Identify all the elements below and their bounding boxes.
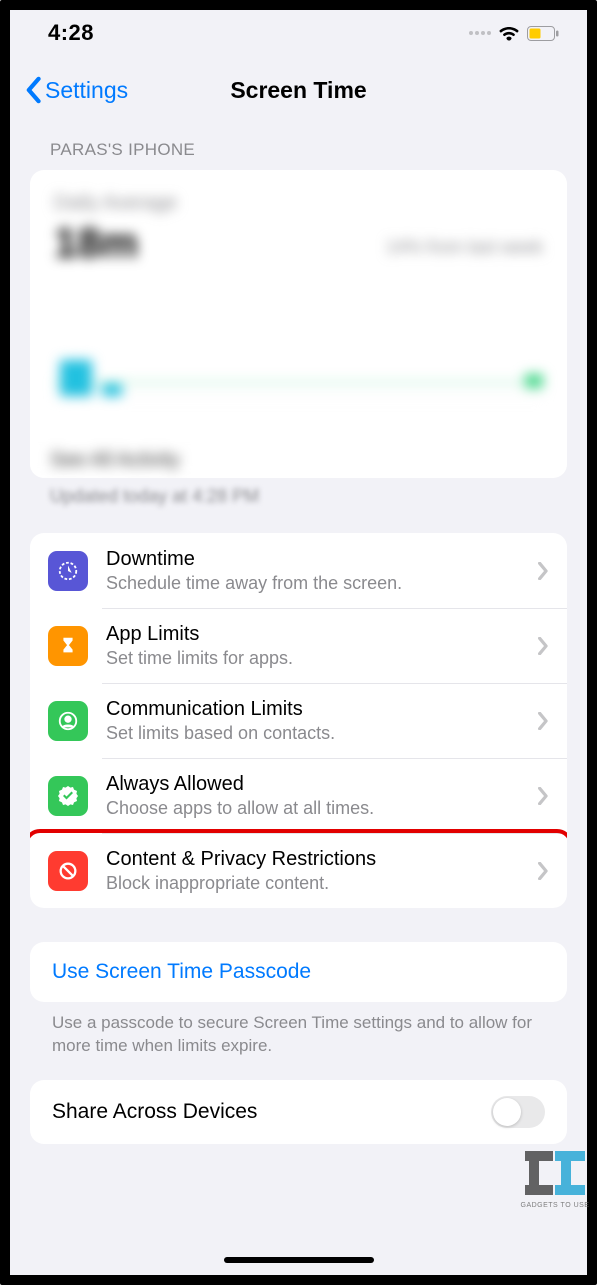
summary-heading: Daily Average [54,192,543,215]
row-title: Downtime [106,547,520,571]
battery-icon [527,26,559,41]
contact-icon [48,701,88,741]
share-toggle[interactable] [491,1096,545,1128]
page-title: Screen Time [230,77,366,104]
downtime-icon [48,551,88,591]
updated-label: Updated today at 4:28 PM [30,478,567,533]
row-app-limits[interactable]: App Limits Set time limits for apps. [30,608,567,683]
home-indicator[interactable] [224,1257,374,1263]
limits-list: Downtime Schedule time away from the scr… [30,533,567,908]
share-card: Share Across Devices [30,1080,567,1144]
passcode-note: Use a passcode to secure Screen Time set… [30,1002,567,1080]
row-title: Communication Limits [106,697,520,721]
chevron-right-icon [538,787,549,805]
row-content-privacy[interactable]: Content & Privacy Restrictions Block ina… [30,833,567,908]
block-icon [48,851,88,891]
row-subtitle: Block inappropriate content. [106,873,520,894]
check-badge-icon [48,776,88,816]
row-subtitle: Set time limits for apps. [106,648,520,669]
row-subtitle: Schedule time away from the screen. [106,573,520,594]
nav-bar: Settings Screen Time [10,56,587,114]
row-subtitle: Choose apps to allow at all times. [106,798,520,819]
use-passcode-link[interactable]: Use Screen Time Passcode [30,942,567,1002]
row-subtitle: Set limits based on contacts. [106,723,520,744]
row-always-allowed[interactable]: Always Allowed Choose apps to allow at a… [30,758,567,833]
watermark: GADGETS TO USE [517,1145,593,1209]
row-title: Content & Privacy Restrictions [106,847,520,871]
passcode-card: Use Screen Time Passcode [30,942,567,1002]
see-all-activity-link[interactable]: See All Activity [30,430,567,478]
row-title: Always Allowed [106,772,520,796]
hourglass-icon [48,626,88,666]
back-label: Settings [45,77,128,104]
chevron-right-icon [538,712,549,730]
back-button[interactable]: Settings [24,76,128,104]
summary-delta: 14% from last week [386,237,543,258]
usage-summary-card[interactable]: Daily Average 18m 14% from last week See… [30,170,567,478]
chevron-right-icon [538,637,549,655]
wifi-icon [498,25,520,41]
chevron-right-icon [538,862,549,880]
share-title: Share Across Devices [52,1100,257,1124]
chevron-right-icon [538,562,549,580]
section-header: PARAS'S IPHONE [30,140,567,170]
row-communication-limits[interactable]: Communication Limits Set limits based on… [30,683,567,758]
status-bar: 4:28 [10,10,587,56]
row-title: App Limits [106,622,520,646]
cellular-dots-icon [469,31,491,35]
usage-bar-chart [54,297,543,397]
row-downtime[interactable]: Downtime Schedule time away from the scr… [30,533,567,608]
chevron-left-icon [24,76,42,104]
status-time: 4:28 [48,20,94,46]
